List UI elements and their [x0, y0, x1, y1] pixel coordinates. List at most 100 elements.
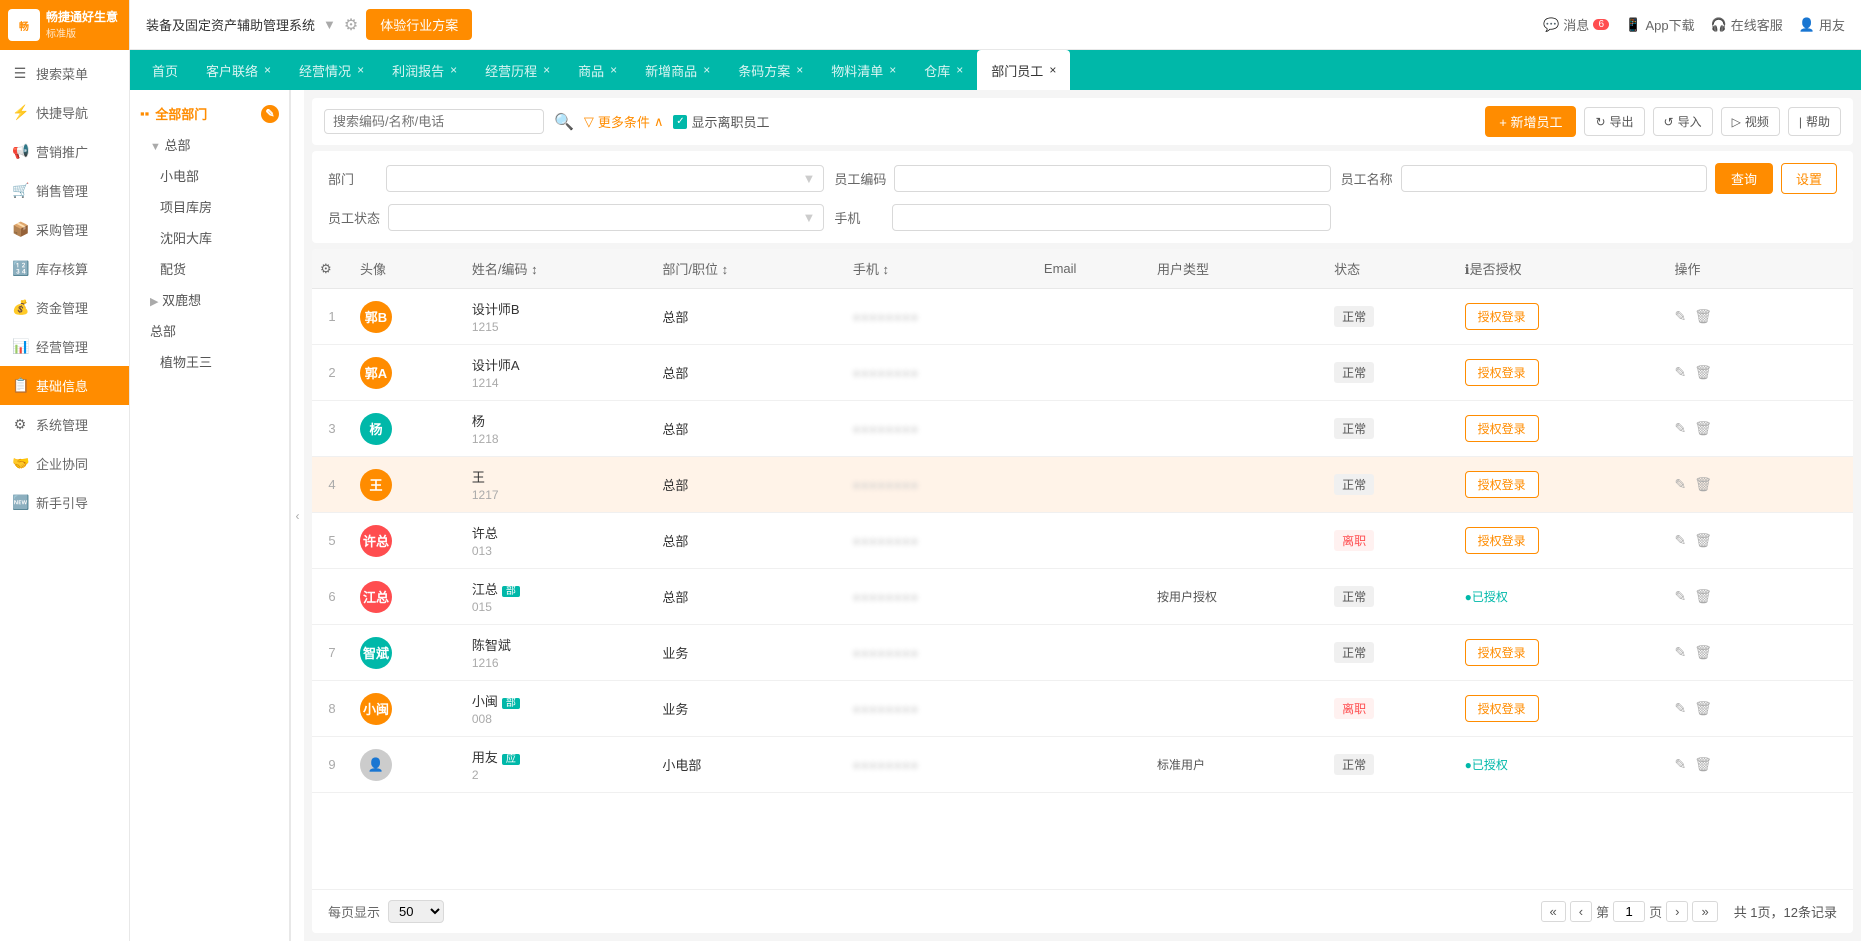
tab-business[interactable]: 经营情况 ×: [285, 50, 378, 90]
page-size-select[interactable]: 20 50 100: [388, 900, 444, 923]
edit-button[interactable]: ✎: [1674, 588, 1686, 605]
next-page-button[interactable]: ›: [1666, 901, 1688, 922]
auth-login-button[interactable]: 授权登录: [1465, 527, 1539, 554]
tab-goods[interactable]: 商品 ×: [564, 50, 631, 90]
tab-material[interactable]: 物料清单 ×: [817, 50, 910, 90]
edit-button[interactable]: ✎: [1674, 420, 1686, 437]
dept-item-shenyang[interactable]: 沈阳大库: [130, 222, 289, 253]
col-name[interactable]: 姓名/编码 ↕: [464, 249, 654, 289]
delete-button[interactable]: 🗑: [1694, 532, 1712, 549]
tab-barcode[interactable]: 条码方案 ×: [724, 50, 817, 90]
dept-item-zhuwangsan[interactable]: 植物王三: [130, 346, 289, 377]
last-page-button[interactable]: »: [1692, 901, 1717, 922]
close-icon[interactable]: ×: [264, 63, 271, 77]
close-icon[interactable]: ×: [543, 63, 550, 77]
auth-login-button[interactable]: 授权登录: [1465, 415, 1539, 442]
edit-button[interactable]: ✎: [1674, 756, 1686, 773]
dept-item-shuangmeng[interactable]: ▶ 双鹿想: [130, 284, 289, 315]
sidebar-item-basic[interactable]: 📋 基础信息: [0, 366, 129, 405]
search-input[interactable]: [324, 109, 544, 134]
emp-status-select[interactable]: ▼: [388, 204, 824, 231]
delete-button[interactable]: 🗑: [1694, 308, 1712, 325]
edit-button[interactable]: ✎: [1674, 532, 1686, 549]
sidebar-item-marketing[interactable]: 📢 营销推广: [0, 132, 129, 171]
search-button[interactable]: 🔍: [554, 112, 574, 132]
tab-new-goods[interactable]: 新增商品 ×: [631, 50, 724, 90]
online-service-button[interactable]: 🎧 在线客服: [1711, 15, 1783, 34]
tab-warehouse[interactable]: 仓库 ×: [910, 50, 977, 90]
show-resigned-checkbox[interactable]: ✓ 显示离职员工: [673, 112, 769, 131]
auth-login-button[interactable]: 授权登录: [1465, 303, 1539, 330]
page-number-input[interactable]: [1613, 901, 1645, 922]
auth-login-button[interactable]: 授权登录: [1465, 359, 1539, 386]
delete-button[interactable]: 🗑: [1694, 588, 1712, 605]
first-page-button[interactable]: «: [1541, 901, 1566, 922]
view-button[interactable]: ▷ 视频: [1721, 107, 1780, 136]
dept-item-xiaodian[interactable]: 小电部: [130, 160, 289, 191]
edit-button[interactable]: ✎: [1674, 700, 1686, 717]
sidebar-item-inventory[interactable]: 🔢 库存核算: [0, 249, 129, 288]
prev-page-button[interactable]: ‹: [1570, 901, 1592, 922]
dept-item-peihuo[interactable]: 配货: [130, 253, 289, 284]
close-icon[interactable]: ×: [796, 63, 803, 77]
add-employee-button[interactable]: + 新增员工: [1485, 106, 1576, 137]
left-panel-toggle[interactable]: ‹: [290, 90, 304, 941]
delete-button[interactable]: 🗑: [1694, 644, 1712, 661]
user-menu-button[interactable]: 👤 用友: [1799, 15, 1845, 34]
close-icon[interactable]: ×: [1049, 63, 1056, 77]
close-icon[interactable]: ×: [703, 63, 710, 77]
sidebar-item-shortcut[interactable]: ⚡ 快捷导航: [0, 93, 129, 132]
delete-button[interactable]: 🗑: [1694, 700, 1712, 717]
sidebar-item-guide[interactable]: 🆕 新手引导: [0, 483, 129, 522]
sidebar-item-collab[interactable]: 🤝 企业协同: [0, 444, 129, 483]
tab-home[interactable]: 首页: [138, 50, 192, 90]
close-icon[interactable]: ×: [956, 63, 963, 77]
tab-customer[interactable]: 客户联络 ×: [192, 50, 285, 90]
col-phone[interactable]: 手机 ↕: [845, 249, 1036, 289]
edit-button[interactable]: ✎: [1674, 308, 1686, 325]
auth-login-button[interactable]: 授权登录: [1465, 471, 1539, 498]
col-settings[interactable]: ⚙: [312, 249, 352, 289]
message-button[interactable]: 💬 消息 6: [1543, 15, 1609, 34]
close-icon[interactable]: ×: [610, 63, 617, 77]
col-dept[interactable]: 部门/职位 ↕: [654, 249, 844, 289]
emp-name-input[interactable]: [1401, 165, 1707, 192]
dept-item-xiangmu[interactable]: 项目库房: [130, 191, 289, 222]
sidebar-item-system[interactable]: ⚙ 系统管理: [0, 405, 129, 444]
sidebar-item-purchase[interactable]: 📦 采购管理: [0, 210, 129, 249]
trial-button[interactable]: 体验行业方案: [366, 9, 472, 40]
auth-login-button[interactable]: 授权登录: [1465, 639, 1539, 666]
edit-button[interactable]: ✎: [1674, 476, 1686, 493]
delete-button[interactable]: 🗑: [1694, 364, 1712, 381]
delete-button[interactable]: 🗑: [1694, 756, 1712, 773]
close-icon[interactable]: ×: [357, 63, 364, 77]
edit-button[interactable]: ✎: [1674, 364, 1686, 381]
tab-process[interactable]: 经营历程 ×: [471, 50, 564, 90]
settings-icon[interactable]: ⚙: [344, 15, 358, 35]
dept-select[interactable]: ▼: [386, 165, 824, 192]
dept-item-zongbu2[interactable]: 总部: [130, 315, 289, 346]
dept-edit-icon[interactable]: ✎: [261, 105, 279, 123]
sidebar-item-finance[interactable]: 💰 资金管理: [0, 288, 129, 327]
chevron-down-icon[interactable]: ▼: [323, 17, 336, 32]
help-button[interactable]: | 帮助: [1788, 107, 1841, 136]
delete-button[interactable]: 🗑: [1694, 420, 1712, 437]
sidebar-item-search[interactable]: ☰ 搜索菜单: [0, 54, 129, 93]
set-button[interactable]: 设置: [1781, 163, 1837, 194]
emp-code-input[interactable]: [894, 165, 1330, 192]
sidebar-item-operations[interactable]: 📊 经营管理: [0, 327, 129, 366]
phone-input[interactable]: [892, 204, 1330, 231]
sidebar-item-sales[interactable]: 🛒 销售管理: [0, 171, 129, 210]
close-icon[interactable]: ×: [889, 63, 896, 77]
query-button[interactable]: 查询: [1715, 163, 1773, 194]
close-icon[interactable]: ×: [450, 63, 457, 77]
app-download-button[interactable]: 📱 App下载: [1625, 15, 1694, 34]
tab-staff[interactable]: 部门员工 ×: [977, 50, 1070, 90]
import-button[interactable]: ↺ 导入: [1653, 107, 1713, 136]
dept-item-zongbu-group[interactable]: ▼ 总部: [130, 129, 289, 160]
tab-profit[interactable]: 利润报告 ×: [378, 50, 471, 90]
auth-login-button[interactable]: 授权登录: [1465, 695, 1539, 722]
export-button[interactable]: ↻ 导出: [1584, 107, 1644, 136]
delete-button[interactable]: 🗑: [1694, 476, 1712, 493]
edit-button[interactable]: ✎: [1674, 644, 1686, 661]
